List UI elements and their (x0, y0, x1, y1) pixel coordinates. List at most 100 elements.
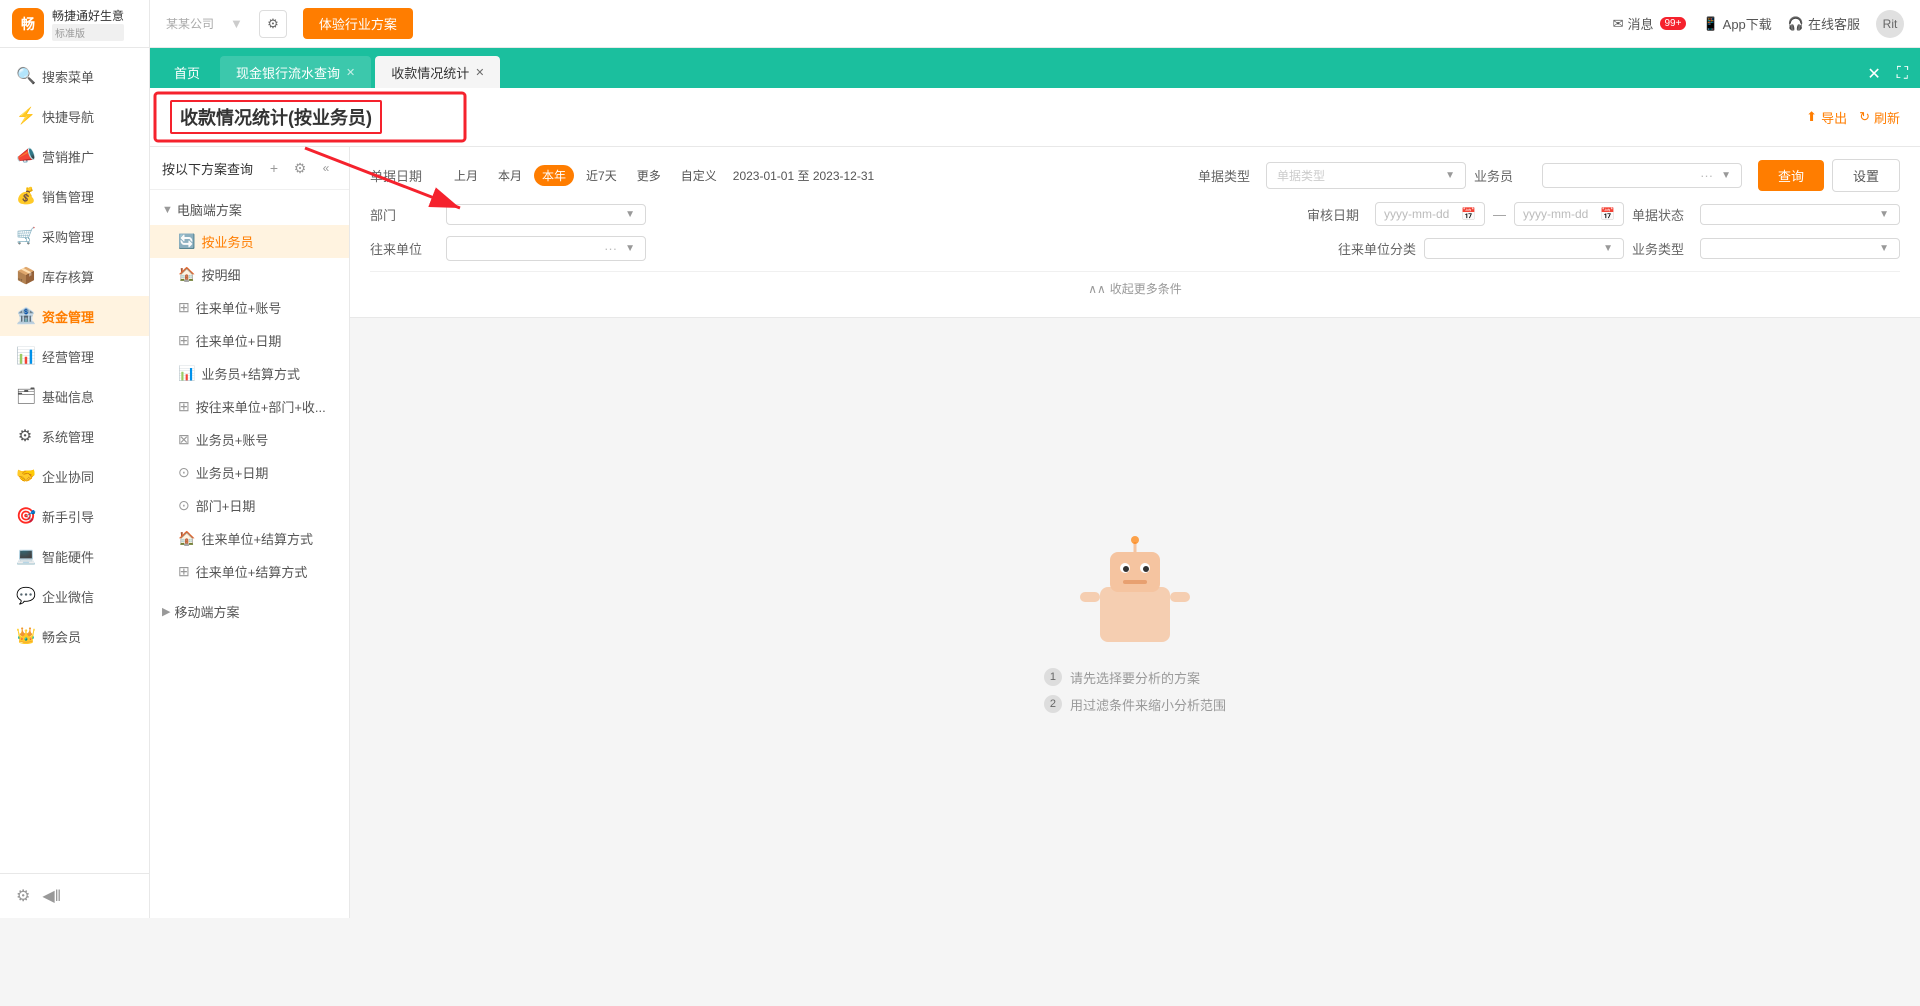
sidebar-item-operations[interactable]: 📊 经营管理 (0, 336, 149, 376)
scheme-by-salesperson[interactable]: 🔄 按业务员 (150, 225, 349, 258)
salesperson-label: 业务员 (1474, 166, 1534, 185)
scheme-salesperson-settle[interactable]: 📊 业务员+结算方式 (150, 357, 349, 390)
top-header: 某某公司 ▼ ⚙ 体验行业方案 ✉ 消息 99+ 📱 App下载 🎧 在线客服 … (150, 0, 1920, 48)
desktop-group-header[interactable]: ▼ 电脑端方案 (150, 194, 349, 225)
left-panel: 按以下方案查询 + ⚙ « ▼ 电脑端方案 🔄 按业务员 🏠 (150, 147, 350, 918)
tab-home[interactable]: 首页 (158, 56, 216, 88)
tab-bar: 首页 现金银行流水查询 ✕ 收款情况统计 ✕ ✕ ⛶ (150, 48, 1920, 88)
unit-label: 往来单位 (370, 239, 430, 258)
expand-icon: ▼ (162, 204, 173, 216)
review-date-end[interactable]: yyyy-mm-dd 📅 (1514, 202, 1624, 226)
mobile-scheme-group: ▶ 移动端方案 (150, 592, 349, 631)
sidebar-item-guide[interactable]: 🎯 新手引导 (0, 496, 149, 536)
scheme-salesperson-account[interactable]: ⊠ 业务员+账号 (150, 423, 349, 456)
tab-close-all-btn[interactable]: ✕ (1863, 60, 1884, 88)
tab-bar-actions: ✕ ⛶ (1863, 60, 1912, 88)
smarthw-icon: 💻 (16, 546, 34, 566)
guide-icon: 🎯 (16, 506, 34, 526)
scheme-unit-dept-collect[interactable]: ⊞ 按往来单位+部门+收... (150, 390, 349, 423)
tab-close-bank-flow[interactable]: ✕ (346, 66, 355, 79)
export-icon: ⬆ (1806, 109, 1817, 125)
salesperson-settle-icon: 📊 (178, 365, 195, 382)
user-avatar[interactable]: Rit (1876, 10, 1904, 38)
dept-arrow: ▼ (625, 209, 635, 220)
salesperson-select[interactable]: ··· ▼ (1542, 163, 1742, 188)
dept-select[interactable]: ▼ (446, 204, 646, 225)
online-service-btn[interactable]: 🎧 在线客服 (1788, 14, 1860, 33)
salesperson-account-icon: ⊠ (178, 431, 190, 448)
scheme-dept-date[interactable]: ⊙ 部门+日期 (150, 489, 349, 522)
salesperson-more-btn[interactable]: ··· (1700, 168, 1713, 183)
unit-dept-icon: ⊞ (178, 398, 190, 415)
sidebar-item-enterprise[interactable]: 🤝 企业协同 (0, 456, 149, 496)
sidebar-item-marketing[interactable]: 📣 营销推广 (0, 136, 149, 176)
header-settings-btn[interactable]: ⚙ (259, 10, 287, 38)
mobile-group-header[interactable]: ▶ 移动端方案 (150, 596, 349, 627)
sidebar-item-vip[interactable]: 👑 畅会员 (0, 616, 149, 656)
scheme-unit-date[interactable]: ⊞ 往来单位+日期 (150, 324, 349, 357)
sidebar-item-system[interactable]: ⚙ 系统管理 (0, 416, 149, 456)
date-tab-more[interactable]: 更多 (629, 165, 669, 186)
wechat-icon: 💬 (16, 586, 34, 606)
service-icon: 🎧 (1788, 16, 1804, 32)
scheme-unit-account[interactable]: ⊞ 往来单位+账号 (150, 291, 349, 324)
doc-status-select[interactable]: ▼ (1700, 204, 1900, 225)
calendar-icon-start: 📅 (1461, 207, 1476, 221)
sidebar-collapse-btn[interactable]: ◀‖ (42, 886, 61, 906)
message-badge: 99+ (1660, 17, 1687, 30)
collapse-panel-btn[interactable]: « (315, 157, 337, 179)
date-tab-last-month[interactable]: 上月 (446, 165, 486, 186)
sidebar-settings-btn[interactable]: ⚙ (16, 886, 30, 906)
date-tab-this-year[interactable]: 本年 (534, 165, 574, 186)
date-tab-7days[interactable]: 近7天 (578, 165, 625, 186)
scheme-salesperson-date[interactable]: ⊙ 业务员+日期 (150, 456, 349, 489)
left-panel-header: 按以下方案查询 + ⚙ « (150, 147, 349, 190)
biz-type-select[interactable]: ▼ (1700, 238, 1900, 259)
date-tab-this-month[interactable]: 本月 (490, 165, 530, 186)
sidebar-item-quicknav[interactable]: ⚡ 快捷导航 (0, 96, 149, 136)
add-scheme-btn[interactable]: + (263, 157, 285, 179)
sidebar-item-sales[interactable]: 💰 销售管理 (0, 176, 149, 216)
export-btn[interactable]: ⬆ 导出 (1806, 108, 1847, 127)
unit-category-select[interactable]: ▼ (1424, 238, 1624, 259)
tab-collection-stats[interactable]: 收款情况统计 ✕ (375, 56, 500, 88)
filter-row-2: 部门 ▼ 审核日期 yyyy-mm-dd 📅 — yyyy-mm-dd (370, 202, 1900, 226)
unit-select[interactable]: ··· ▼ (446, 236, 646, 261)
sidebar-item-basic[interactable]: 🗂 基础信息 (0, 376, 149, 416)
tab-bank-flow[interactable]: 现金银行流水查询 ✕ (220, 56, 371, 88)
app-download-btn[interactable]: 📱 App下载 (1702, 14, 1771, 33)
date-tab-custom[interactable]: 自定义 (673, 165, 725, 186)
filter-settings-btn[interactable]: 设置 (1832, 159, 1900, 192)
biz-type-arrow: ▼ (1879, 243, 1889, 254)
sidebar-item-wechat[interactable]: 💬 企业微信 (0, 576, 149, 616)
sidebar-item-search[interactable]: 🔍 搜索菜单 (0, 56, 149, 96)
sidebar-item-inventory[interactable]: 📦 库存核算 (0, 256, 149, 296)
scheme-settings-btn[interactable]: ⚙ (289, 157, 311, 179)
sidebar-item-finance[interactable]: 🏦 资金管理 (0, 296, 149, 336)
left-panel-actions: + ⚙ « (263, 157, 337, 179)
query-btn[interactable]: 查询 (1758, 160, 1824, 191)
scheme-unit-settle2[interactable]: ⊞ 往来单位+结算方式 (150, 555, 349, 588)
finance-icon: 🏦 (16, 306, 34, 326)
sidebar-logo: 畅 畅捷通好生意 标准版 (0, 0, 149, 48)
empty-tip-2: 2 用过滤条件来缩小分析范围 (1044, 695, 1226, 714)
review-date-start[interactable]: yyyy-mm-dd 📅 (1375, 202, 1485, 226)
page-actions: ⬆ 导出 ↻ 刷新 (1806, 108, 1900, 127)
doc-type-select[interactable]: 单据类型 ▼ (1266, 162, 1466, 189)
trial-btn[interactable]: 体验行业方案 (303, 8, 413, 39)
desktop-scheme-group: ▼ 电脑端方案 🔄 按业务员 🏠 按明细 ⊞ 往来单位+账号 ⊞ 往来单 (150, 190, 349, 592)
dept-label: 部门 (370, 205, 430, 224)
logo-text: 畅捷通好生意 标准版 (52, 7, 124, 41)
sidebar-item-smarthw[interactable]: 💻 智能硬件 (0, 536, 149, 576)
scheme-unit-settle1[interactable]: 🏠 往来单位+结算方式 (150, 522, 349, 555)
salesperson-scheme-icon: 🔄 (178, 233, 195, 250)
message-btn[interactable]: ✉ 消息 99+ (1613, 14, 1687, 33)
tab-maximize-btn[interactable]: ⛶ (1893, 61, 1912, 87)
tab-close-collection[interactable]: ✕ (475, 66, 484, 79)
refresh-btn[interactable]: ↻ 刷新 (1859, 108, 1900, 127)
sidebar: 畅 畅捷通好生意 标准版 🔍 搜索菜单 ⚡ 快捷导航 📣 营销推广 💰 销售管理… (0, 0, 150, 918)
scheme-by-detail[interactable]: 🏠 按明细 (150, 258, 349, 291)
unit-more-btn[interactable]: ··· (604, 241, 617, 256)
sidebar-item-purchase[interactable]: 🛒 采购管理 (0, 216, 149, 256)
collapse-bar[interactable]: ∧∧ 收起更多条件 (370, 271, 1900, 305)
